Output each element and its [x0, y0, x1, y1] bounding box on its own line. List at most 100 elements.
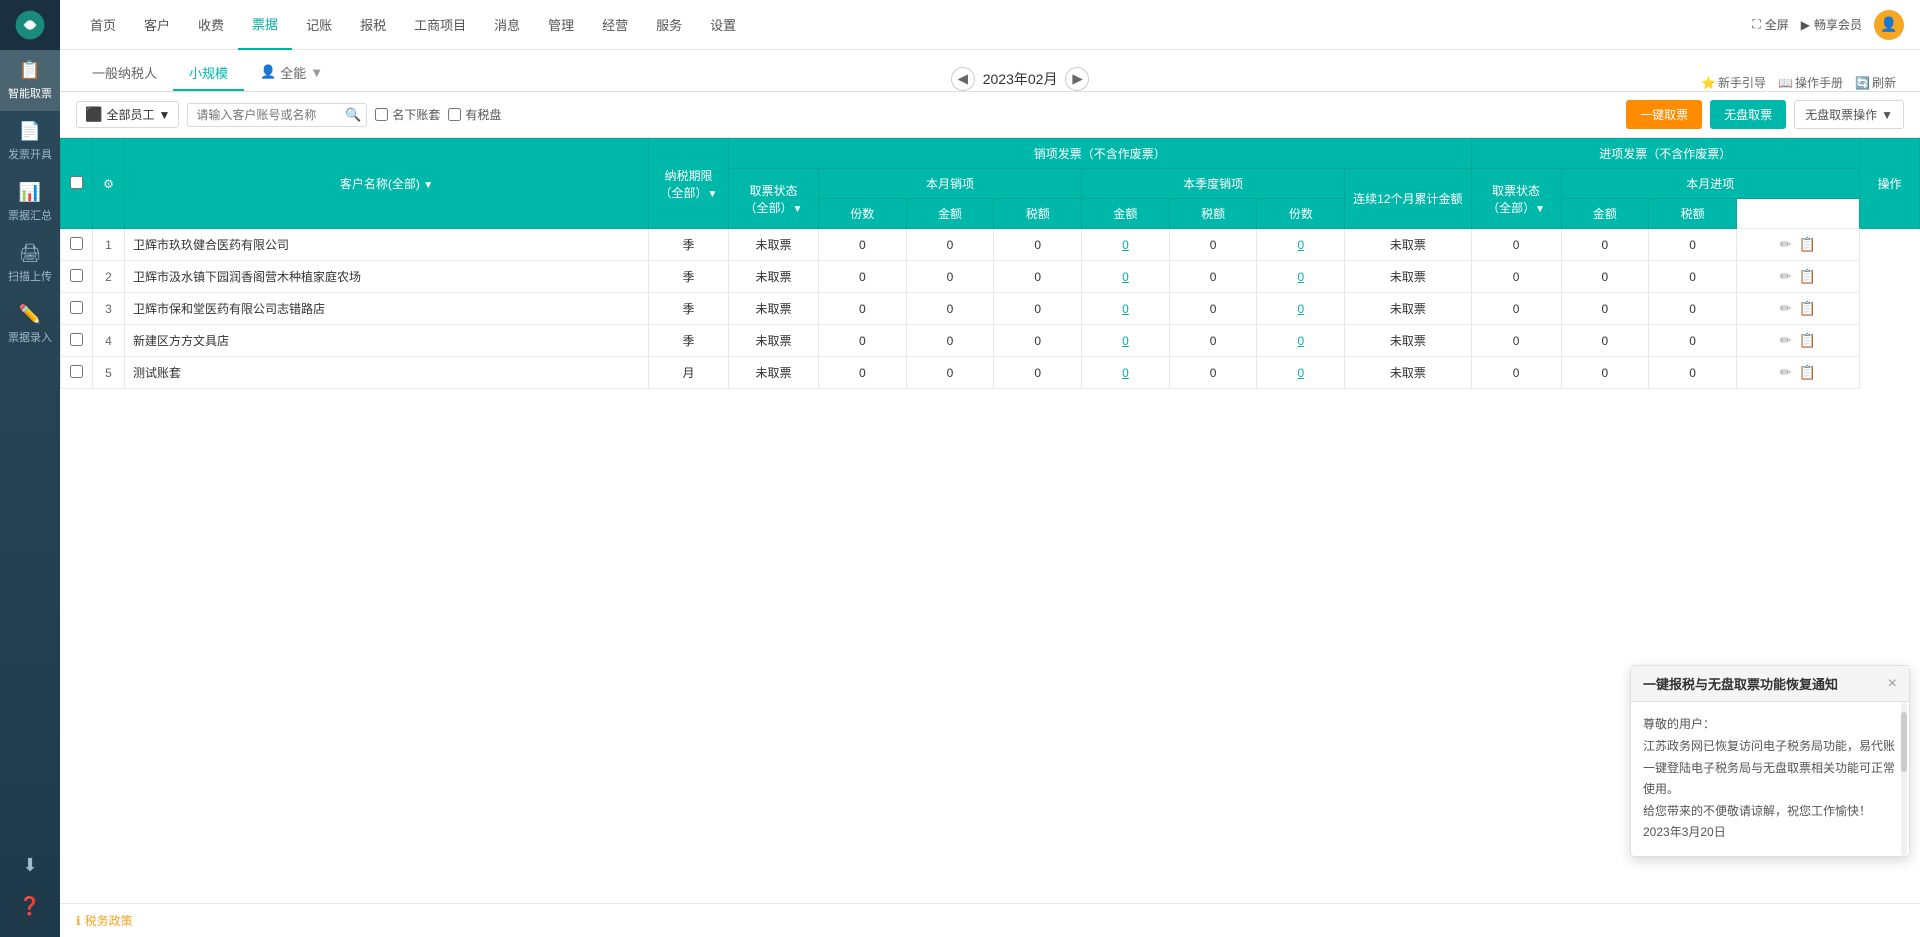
no-disk-action-btn[interactable]: 无盘取票操作 ▼: [1794, 100, 1904, 129]
row-customer-name: 卫辉市玖玖健合医药有限公司: [125, 229, 649, 261]
th-actions: 操作: [1860, 139, 1920, 229]
issue-icon: 📄: [19, 121, 41, 142]
nav-management[interactable]: 管理: [534, 0, 588, 50]
select-all-checkbox[interactable]: [70, 176, 83, 189]
edit-icon[interactable]: ✏: [1780, 300, 1792, 316]
period-prev-btn[interactable]: ◀: [951, 67, 975, 91]
row-checkbox[interactable]: [70, 333, 83, 346]
nav-billing[interactable]: 收费: [184, 0, 238, 50]
new-guide-link[interactable]: ⭐ 新手引导: [1701, 74, 1766, 91]
row-index: 1: [93, 229, 125, 261]
notification-scrollbar-thumb: [1901, 712, 1907, 772]
has-tax-disk-checkbox[interactable]: [448, 108, 461, 121]
download-icon: ⬇: [22, 855, 37, 876]
row-monthly-tax: 0: [994, 357, 1082, 389]
sidebar-item-invoice-summary[interactable]: 📊 票据汇总: [0, 172, 60, 233]
own-account-checkbox[interactable]: [375, 108, 388, 121]
row-checkbox-cell: [61, 261, 93, 293]
nav-tax[interactable]: 报税: [346, 0, 400, 50]
all-tab-dropdown-icon[interactable]: ▼: [310, 65, 323, 80]
nav-services[interactable]: 服务: [642, 0, 696, 50]
row-checkbox[interactable]: [70, 301, 83, 314]
nav-customers[interactable]: 客户: [130, 0, 184, 50]
detail-icon[interactable]: 📋: [1799, 268, 1816, 284]
guide-icon: ⭐: [1701, 76, 1716, 90]
no-disk-btn[interactable]: 无盘取票: [1710, 100, 1786, 129]
th-tax-period[interactable]: 纳税期限（全部）▼: [648, 139, 728, 229]
sidebar-logo[interactable]: [0, 0, 60, 50]
edit-icon[interactable]: ✏: [1780, 236, 1792, 252]
refresh-link[interactable]: 🔄 刷新: [1855, 74, 1896, 91]
search-input[interactable]: [187, 103, 367, 127]
th-purchase-group: 进项发票（不含作废票）: [1471, 139, 1859, 169]
row-purchase-status: 未取票: [1345, 261, 1471, 293]
nav-bookkeeping[interactable]: 记账: [292, 0, 346, 50]
th-purchase-status[interactable]: 取票状态（全部）▼: [1471, 169, 1561, 229]
row-customer-name: 新建区方方文具店: [125, 325, 649, 357]
nav-messages[interactable]: 消息: [480, 0, 534, 50]
own-account-checkbox-label[interactable]: 名下账套: [375, 106, 440, 123]
member-btn[interactable]: ▶ 畅享会员: [1801, 16, 1862, 33]
nav-business[interactable]: 工商项目: [400, 0, 480, 50]
th-settings[interactable]: ⚙: [93, 139, 125, 229]
row-purchase-amount: 0: [1561, 357, 1649, 389]
period-next-btn[interactable]: ▶: [1065, 67, 1089, 91]
row-purchase-count: 0: [1471, 325, 1561, 357]
one-click-btn[interactable]: 一键取票: [1626, 100, 1702, 129]
employee-filter[interactable]: ⬛ 全部员工 ▼: [76, 101, 179, 128]
detail-icon[interactable]: 📋: [1799, 300, 1816, 316]
row-checkbox[interactable]: [70, 237, 83, 250]
th-monthly-purchase-amount: 金额: [1561, 199, 1649, 229]
row-checkbox-cell: [61, 229, 93, 261]
detail-icon[interactable]: 📋: [1799, 364, 1816, 380]
notification-popup: 一键报税与无盘取票功能恢复通知 × 尊敬的用户： 江苏政务网已恢复访问电子税务局…: [1630, 665, 1910, 857]
edit-icon[interactable]: ✏: [1780, 332, 1792, 348]
row-monthly-count: 0: [818, 229, 906, 261]
row-checkbox-cell: [61, 357, 93, 389]
sidebar-item-invoice-entry[interactable]: ✏️ 票据录入: [0, 294, 60, 355]
entry-icon: ✏️: [19, 304, 41, 325]
help-icon: ❓: [19, 896, 41, 917]
sidebar-item-download[interactable]: ⬇: [0, 845, 60, 886]
nav-settings[interactable]: 设置: [696, 0, 750, 50]
fullscreen-btn[interactable]: ⛶ 全屏: [1752, 16, 1788, 33]
th-customer-name[interactable]: 客户名称(全部) ▼: [125, 139, 649, 229]
sidebar-item-issue-invoice[interactable]: 📄 发票开具: [0, 111, 60, 172]
sidebar-item-scan-upload[interactable]: 🖨 扫描上传: [0, 233, 60, 294]
row-monthly-tax: 0: [994, 261, 1082, 293]
row-sales-status: 未取票: [728, 325, 818, 357]
detail-icon[interactable]: 📋: [1799, 236, 1816, 252]
avatar[interactable]: 👤: [1874, 10, 1904, 40]
th-monthly-sales-count: 份数: [818, 199, 906, 229]
row-tax-period: 季: [648, 261, 728, 293]
sidebar-item-smart-invoice[interactable]: 📋 智能取票: [0, 50, 60, 111]
scan-icon: 🖨: [19, 243, 42, 264]
notification-scrollbar[interactable]: [1901, 702, 1907, 856]
invoice-icon: 📋: [19, 60, 41, 81]
edit-icon[interactable]: ✏: [1780, 364, 1792, 380]
row-tax-period: 季: [648, 229, 728, 261]
detail-icon[interactable]: 📋: [1799, 332, 1816, 348]
row-purchase-amount: 0: [1561, 229, 1649, 261]
tab-general-taxpayer[interactable]: 一般纳税人: [76, 55, 173, 91]
nav-home[interactable]: 首页: [76, 0, 130, 50]
sidebar: 📋 智能取票 📄 发票开具 📊 票据汇总 🖨 扫描上传 ✏️ 票据录入 ⬇ ❓: [0, 0, 60, 937]
tab-all[interactable]: 👤 全能 ▼: [244, 55, 339, 91]
row-checkbox[interactable]: [70, 269, 83, 282]
row-cumulative: 0: [1257, 357, 1345, 389]
edit-icon[interactable]: ✏: [1780, 268, 1792, 284]
nav-right: ⛶ 全屏 ▶ 畅享会员 👤: [1752, 10, 1904, 40]
row-quarterly-tax: 0: [1169, 357, 1257, 389]
filter-icon: ⬛: [85, 106, 102, 123]
tax-policy-link[interactable]: ℹ 税务政策: [76, 912, 133, 929]
th-sales-status[interactable]: 取票状态（全部）▼: [728, 169, 818, 229]
notification-close-btn[interactable]: ×: [1888, 675, 1897, 693]
nav-operations[interactable]: 经营: [588, 0, 642, 50]
search-icon[interactable]: 🔍: [345, 107, 361, 123]
operation-manual-link[interactable]: 📖 操作手册: [1778, 74, 1843, 91]
tab-small-scale[interactable]: 小规模: [173, 55, 244, 91]
sidebar-item-help[interactable]: ❓: [0, 886, 60, 927]
row-checkbox[interactable]: [70, 365, 83, 378]
has-tax-disk-checkbox-label[interactable]: 有税盘: [448, 106, 501, 123]
nav-invoice[interactable]: 票据: [238, 0, 292, 50]
